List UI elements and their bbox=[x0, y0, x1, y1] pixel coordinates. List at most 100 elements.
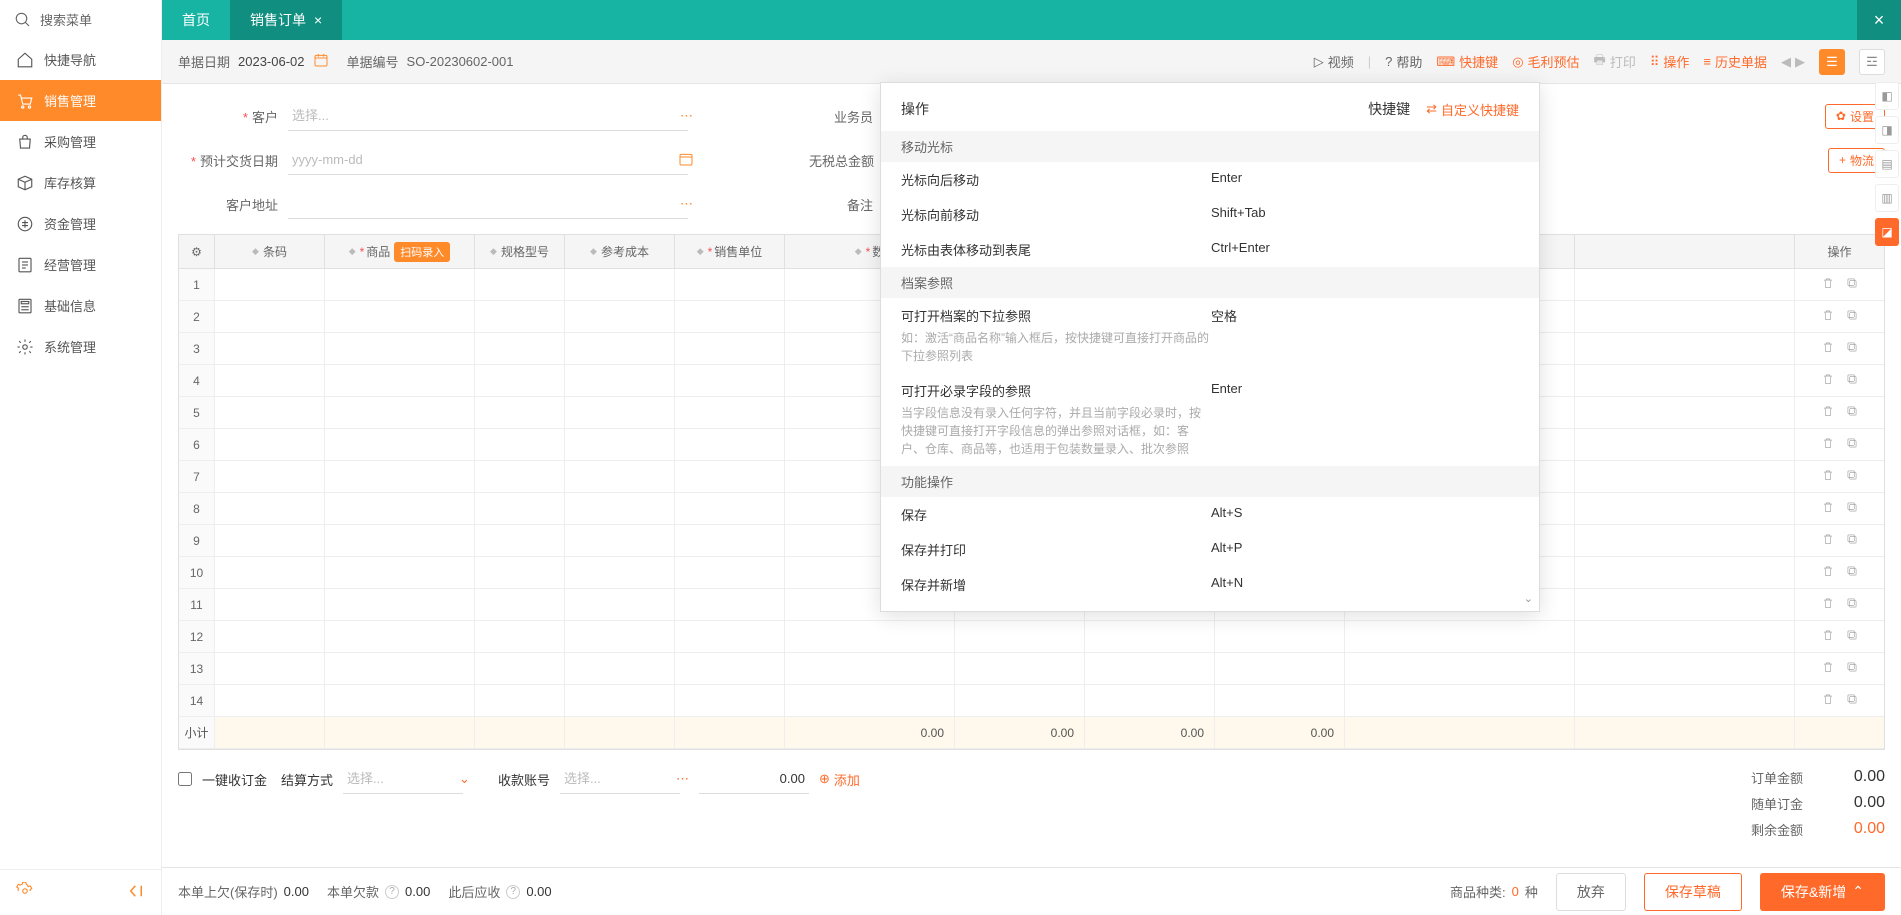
grid-gear-icon[interactable]: ⚙ bbox=[179, 235, 215, 268]
delete-icon[interactable] bbox=[1821, 308, 1835, 325]
sidebar-item-quicknav[interactable]: 快捷导航 bbox=[0, 39, 161, 80]
save-button[interactable]: 保存&新增 ⌃ bbox=[1760, 873, 1885, 911]
delete-icon[interactable] bbox=[1821, 340, 1835, 357]
collapse-icon[interactable] bbox=[127, 882, 145, 903]
toolbar-help[interactable]: ? 帮助 bbox=[1385, 52, 1422, 71]
account-input[interactable] bbox=[560, 764, 680, 794]
prev-icon[interactable]: ◀ bbox=[1781, 54, 1791, 70]
toolbar-nav: ◀ ▶ bbox=[1781, 54, 1805, 70]
add-button[interactable]: ⊕ 添加 bbox=[819, 770, 860, 789]
amount-input[interactable] bbox=[699, 764, 809, 794]
col-unit[interactable]: ◆*销售单位 bbox=[675, 235, 785, 268]
delete-icon[interactable] bbox=[1821, 564, 1835, 581]
shortcut-key: Alt+D bbox=[1211, 610, 1243, 611]
settings-icon[interactable] bbox=[16, 882, 34, 903]
delete-icon[interactable] bbox=[1821, 404, 1835, 421]
more-icon[interactable]: ⋯ bbox=[680, 196, 693, 212]
toolbar-print[interactable]: 🖶 打印 bbox=[1594, 51, 1636, 73]
sum-deposit-label: 随单订金 bbox=[1751, 794, 1803, 813]
copy-icon[interactable] bbox=[1845, 340, 1859, 357]
sidebar-item-sales[interactable]: 销售管理 bbox=[0, 80, 161, 121]
table-row[interactable]: 14 bbox=[179, 685, 1884, 717]
copy-icon[interactable] bbox=[1845, 692, 1859, 709]
copy-icon[interactable] bbox=[1845, 404, 1859, 421]
sidebar-item-label: 快捷导航 bbox=[44, 50, 96, 69]
col-op: 操作 bbox=[1794, 235, 1884, 268]
delete-icon[interactable] bbox=[1821, 628, 1835, 645]
customer-input[interactable] bbox=[288, 101, 688, 131]
copy-icon[interactable] bbox=[1845, 468, 1859, 485]
col-cost[interactable]: ◆参考成本 bbox=[565, 235, 675, 268]
sidebar-item-purchase[interactable]: 采购管理 bbox=[0, 121, 161, 162]
chevron-down-icon[interactable]: ⌄ bbox=[459, 771, 470, 787]
tab-label: 首页 bbox=[182, 10, 210, 30]
shortcut-key: Alt+N bbox=[1211, 575, 1243, 590]
rail-btn-4[interactable]: ▥ bbox=[1875, 184, 1899, 212]
sidebar-item-inventory[interactable]: 库存核算 bbox=[0, 162, 161, 203]
sidebar-item-basedata[interactable]: 基础信息 bbox=[0, 285, 161, 326]
more-icon[interactable]: ⋯ bbox=[680, 108, 693, 124]
view-detail-icon[interactable]: ☰ bbox=[1819, 49, 1845, 75]
shortcut-key: Enter bbox=[1211, 170, 1242, 185]
rail-btn-5[interactable]: ◪ bbox=[1875, 218, 1899, 246]
toolbar-history[interactable]: ≡ 历史单据 bbox=[1703, 52, 1767, 71]
doc-date-value[interactable]: 2023-06-02 bbox=[238, 54, 305, 69]
delete-icon[interactable] bbox=[1821, 436, 1835, 453]
more-icon[interactable]: ⋯ bbox=[676, 771, 689, 787]
toolbar-operate[interactable]: ⠿ 操作 bbox=[1650, 52, 1690, 71]
addr-input[interactable] bbox=[288, 189, 688, 219]
tabs-close-all[interactable]: × bbox=[1857, 0, 1901, 40]
settle-input[interactable] bbox=[343, 764, 463, 794]
copy-icon[interactable] bbox=[1845, 276, 1859, 293]
help-icon[interactable]: ? bbox=[506, 885, 520, 899]
col-barcode[interactable]: ◆条码 bbox=[215, 235, 325, 268]
scan-badge[interactable]: 扫码录入 bbox=[394, 242, 450, 262]
toolbar-shortcut[interactable]: ⌨ 快捷键 bbox=[1436, 52, 1498, 71]
copy-icon[interactable] bbox=[1845, 372, 1859, 389]
delete-icon[interactable] bbox=[1821, 276, 1835, 293]
copy-icon[interactable] bbox=[1845, 628, 1859, 645]
col-spec[interactable]: ◆规格型号 bbox=[475, 235, 565, 268]
copy-icon[interactable] bbox=[1845, 596, 1859, 613]
toolbar-profit[interactable]: ◎ 毛利预估 bbox=[1512, 52, 1579, 71]
custom-shortcut-link[interactable]: ⇄ 自定义快捷键 bbox=[1426, 100, 1519, 119]
rail-btn-3[interactable]: ▤ bbox=[1875, 150, 1899, 178]
copy-icon[interactable] bbox=[1845, 660, 1859, 677]
help-icon[interactable]: ? bbox=[385, 885, 399, 899]
col-product[interactable]: ◆*商品扫码录入 bbox=[325, 235, 475, 268]
calendar-icon[interactable] bbox=[313, 52, 329, 71]
deposit-checkbox[interactable] bbox=[178, 772, 192, 786]
save-draft-button[interactable]: 保存草稿 bbox=[1644, 873, 1742, 911]
calendar-icon[interactable] bbox=[678, 151, 694, 170]
delete-icon[interactable] bbox=[1821, 532, 1835, 549]
rail-btn-2[interactable]: ◨ bbox=[1875, 116, 1899, 144]
delete-icon[interactable] bbox=[1821, 500, 1835, 517]
delete-icon[interactable] bbox=[1821, 692, 1835, 709]
tab-home[interactable]: 首页 bbox=[162, 0, 230, 40]
next-icon[interactable]: ▶ bbox=[1795, 54, 1805, 70]
table-row[interactable]: 12 bbox=[179, 621, 1884, 653]
copy-icon[interactable] bbox=[1845, 500, 1859, 517]
delete-icon[interactable] bbox=[1821, 372, 1835, 389]
sidebar-item-finance[interactable]: 资金管理 bbox=[0, 203, 161, 244]
view-list-icon[interactable]: ☲ bbox=[1859, 49, 1885, 75]
copy-icon[interactable] bbox=[1845, 436, 1859, 453]
discard-button[interactable]: 放弃 bbox=[1556, 873, 1626, 911]
rail-btn-1[interactable]: ◧ bbox=[1875, 82, 1899, 110]
sidebar-search[interactable]: 搜索菜单 bbox=[0, 0, 161, 39]
close-icon[interactable]: × bbox=[314, 12, 322, 28]
delete-icon[interactable] bbox=[1821, 596, 1835, 613]
sidebar-item-system[interactable]: 系统管理 bbox=[0, 326, 161, 367]
copy-icon[interactable] bbox=[1845, 308, 1859, 325]
sidebar-item-business[interactable]: 经营管理 bbox=[0, 244, 161, 285]
notax-label: 无税总金额 bbox=[809, 154, 874, 169]
toolbar-video[interactable]: ▷ 视频 bbox=[1314, 52, 1354, 71]
tab-sales-order[interactable]: 销售订单 × bbox=[230, 0, 342, 40]
delete-icon[interactable] bbox=[1821, 660, 1835, 677]
table-row[interactable]: 13 bbox=[179, 653, 1884, 685]
deliver-date-input[interactable] bbox=[288, 145, 688, 175]
copy-icon[interactable] bbox=[1845, 564, 1859, 581]
delete-icon[interactable] bbox=[1821, 468, 1835, 485]
lower-form: 一键收订金 结算方式 ⌄ 收款账号 ⋯ ⊕ 添加 订单金额0.00 随单订金0.… bbox=[162, 750, 1901, 856]
copy-icon[interactable] bbox=[1845, 532, 1859, 549]
